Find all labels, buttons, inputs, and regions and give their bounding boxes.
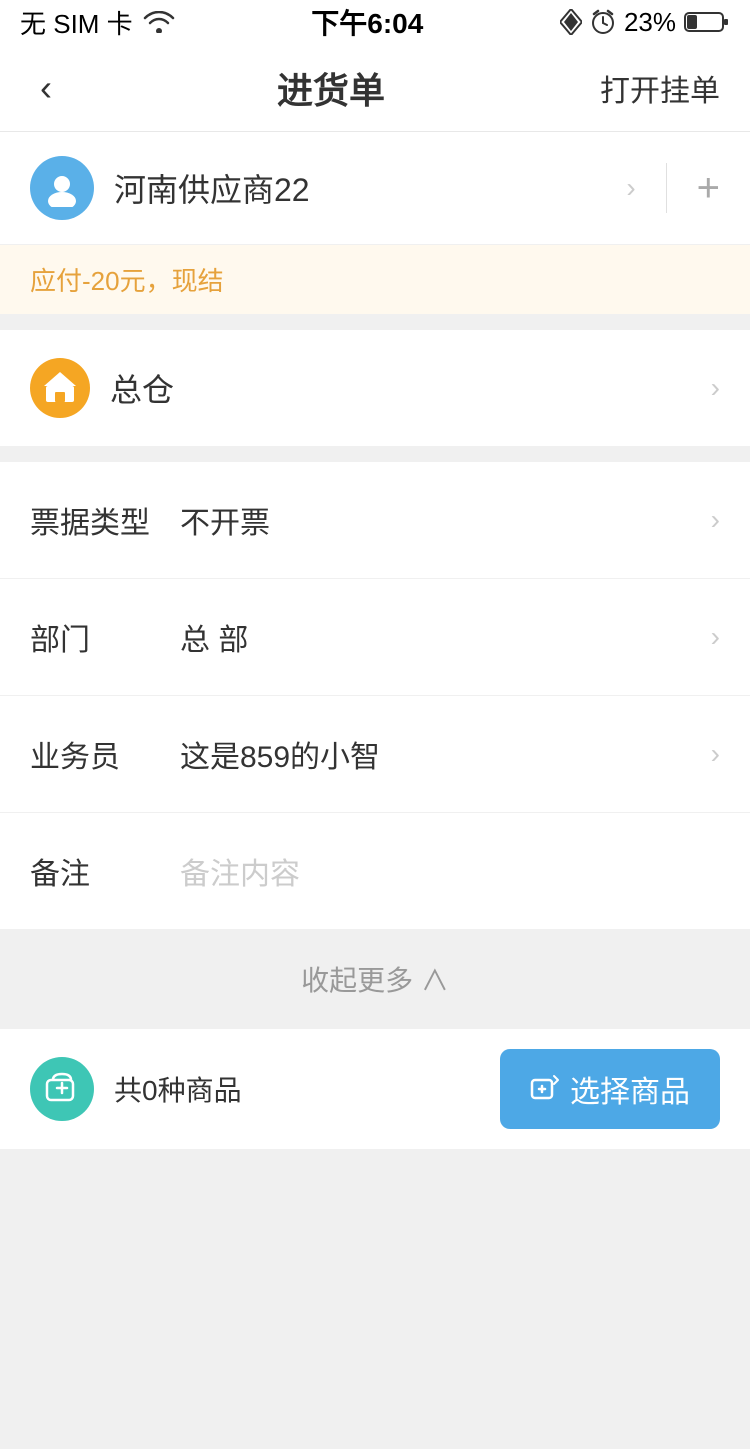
bottom-bar: 共0种商品 选择商品 — [0, 1029, 750, 1149]
supplier-avatar — [30, 156, 94, 220]
divider — [666, 163, 667, 213]
supplier-row[interactable]: 河南供应商22 › + — [0, 132, 750, 245]
content-area: 河南供应商22 › + 应付-20元，现结 总仓 › 票据类型 不开票 › 部门 — [0, 132, 750, 1449]
select-product-label: 选择商品 — [570, 1067, 690, 1111]
nav-bar: ‹ 进货单 打开挂单 — [0, 44, 750, 132]
collapse-button[interactable]: 收起更多 ∧ — [0, 929, 750, 1029]
invoice-label: 票据类型 — [30, 498, 160, 542]
battery-icon — [684, 10, 730, 34]
dept-value: 总 部 — [160, 615, 711, 659]
back-button[interactable]: ‹ — [30, 57, 62, 119]
time-display: 下午6:04 — [311, 2, 423, 42]
warehouse-row[interactable]: 总仓 › — [0, 330, 750, 446]
notice-bar: 应付-20元，现结 — [0, 245, 750, 314]
cart-icon — [43, 1070, 81, 1108]
staff-chevron-icon: › — [711, 738, 720, 770]
invoice-row[interactable]: 票据类型 不开票 › — [0, 462, 750, 579]
remark-row[interactable]: 备注 备注内容 — [0, 813, 750, 929]
status-bar: 无 SIM 卡 下午6:04 23% — [0, 0, 750, 44]
supplier-section: 河南供应商22 › + 应付-20元，现结 — [0, 132, 750, 314]
staff-row[interactable]: 业务员 这是859的小智 › — [0, 696, 750, 813]
collapse-label: 收起更多 ∧ — [301, 965, 449, 996]
select-product-icon — [530, 1074, 560, 1104]
warehouse-name: 总仓 — [110, 365, 711, 411]
carrier-text: 无 SIM 卡 — [20, 4, 133, 41]
staff-label: 业务员 — [30, 732, 160, 776]
select-product-button[interactable]: 选择商品 — [500, 1049, 720, 1129]
status-right: 23% — [560, 7, 730, 38]
staff-value: 这是859的小智 — [160, 732, 711, 776]
remark-label: 备注 — [30, 849, 160, 893]
invoice-value: 不开票 — [160, 498, 711, 542]
warehouse-icon — [30, 358, 90, 418]
page-title: 进货单 — [277, 62, 385, 114]
dept-chevron-icon: › — [711, 621, 720, 653]
supplier-chevron-icon: › — [626, 172, 635, 204]
dept-label: 部门 — [30, 615, 160, 659]
add-button[interactable]: + — [697, 166, 720, 211]
open-pending-button[interactable]: 打开挂单 — [600, 66, 720, 110]
notice-text: 应付-20元，现结 — [30, 266, 224, 296]
gray-fill-area — [0, 1149, 750, 1449]
form-section: 票据类型 不开票 › 部门 总 部 › 业务员 这是859的小智 › 备注 备注… — [0, 462, 750, 929]
product-count: 共0种商品 — [114, 1069, 500, 1109]
wifi-icon — [143, 11, 175, 33]
remark-input[interactable]: 备注内容 — [160, 849, 720, 893]
supplier-name: 河南供应商22 — [114, 165, 626, 211]
invoice-chevron-icon: › — [711, 504, 720, 536]
dept-row[interactable]: 部门 总 部 › — [0, 579, 750, 696]
status-left: 无 SIM 卡 — [20, 4, 175, 41]
battery-text: 23% — [624, 7, 676, 38]
alarm-icon — [590, 9, 616, 35]
location-icon — [560, 9, 582, 35]
cart-icon-wrap — [30, 1057, 94, 1121]
warehouse-chevron-icon: › — [711, 372, 720, 404]
